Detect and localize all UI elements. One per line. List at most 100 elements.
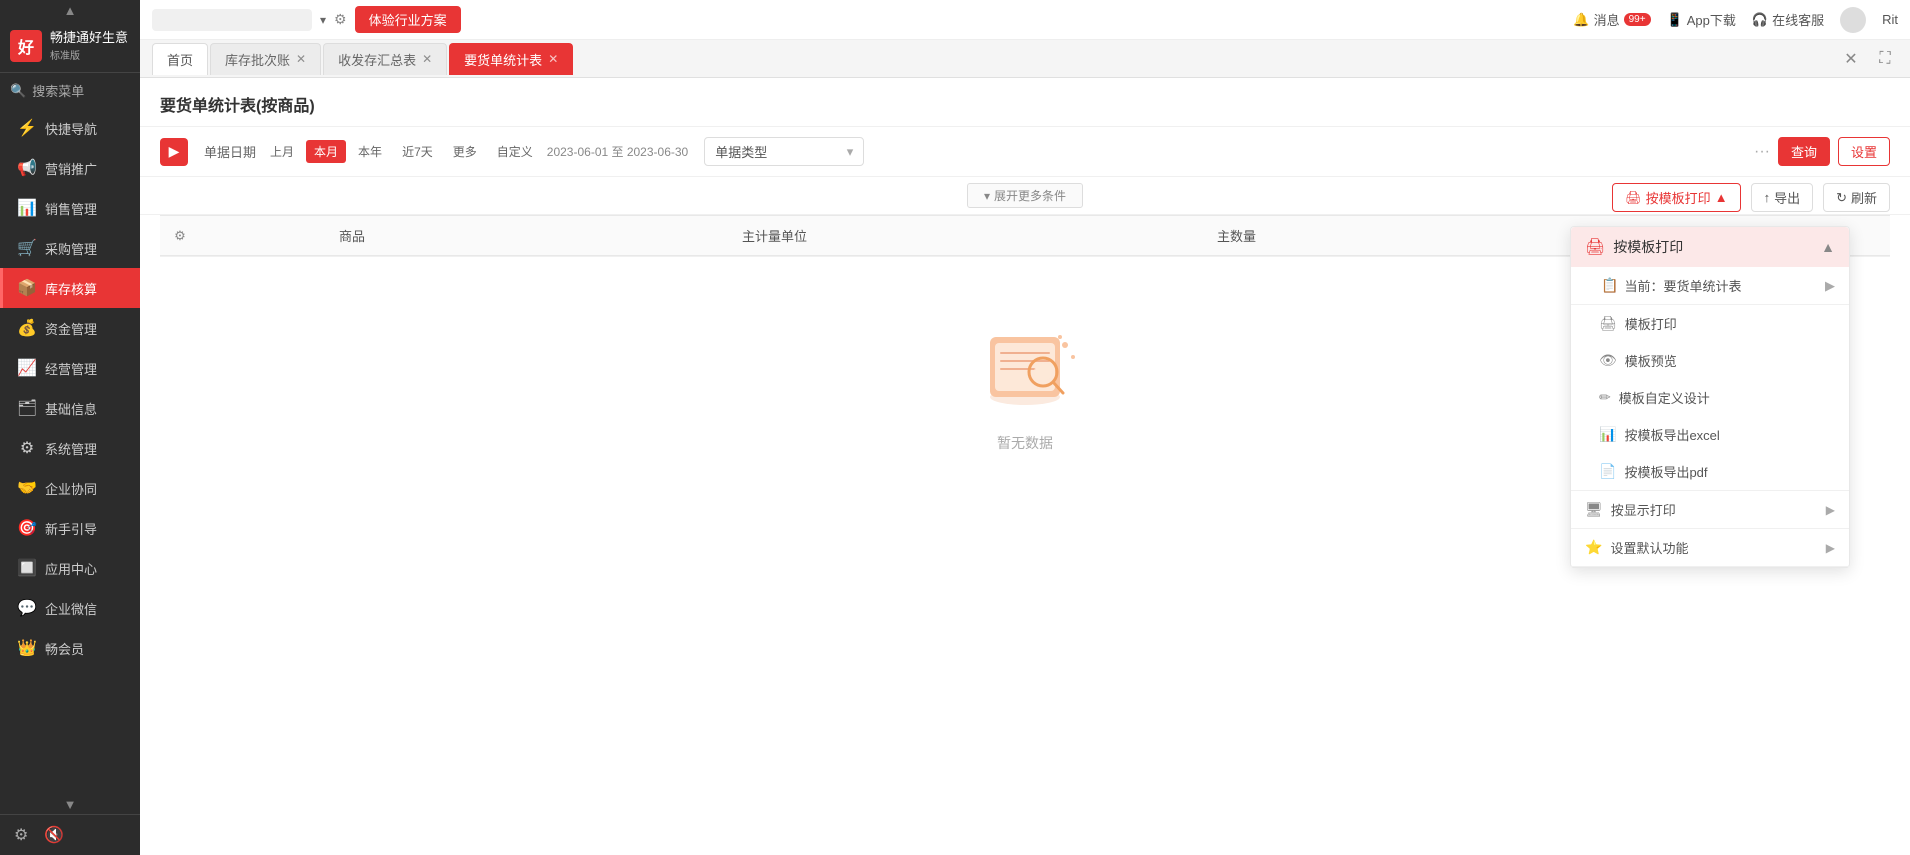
filter-expand-button[interactable]: ▶ (160, 138, 188, 166)
set-default-section: ⭐ 设置默认功能 ▶ (1571, 529, 1849, 567)
date-tab-this-month[interactable]: 本月 (306, 140, 346, 163)
sidebar-item-yingxiao[interactable]: 📢 营销推广 (0, 148, 140, 188)
app-download-button[interactable]: 📱 App下载 (1667, 10, 1736, 29)
gear-icon: ⚙ (174, 228, 186, 243)
current-template-label: 当前：要货单统计表 (1624, 276, 1741, 295)
tab-yaohuo-close[interactable]: ✕ (548, 52, 558, 66)
filter-actions: ··· 查询 设置 (1754, 137, 1890, 166)
printer-btn-icon: 🖨 (1625, 190, 1642, 206)
template-pdf-item[interactable]: 📄 按模板导出pdf (1571, 453, 1849, 490)
print-dropdown-header[interactable]: 🖨 按模板打印 ▲ (1571, 227, 1849, 267)
topbar-search-input[interactable] (152, 9, 312, 31)
set-default-arrow: ▶ (1826, 541, 1835, 555)
expand-more-button[interactable]: ▾ 展开更多条件 (967, 183, 1083, 208)
topbar-gear-icon[interactable]: ⚙ (334, 11, 347, 28)
date-tab-last7days[interactable]: 近7天 (394, 140, 441, 163)
nav-icon-huiyuan: 👑 (17, 638, 37, 658)
nav-icon-caigou: 🛒 (17, 238, 37, 258)
order-type-dropdown-arrow: ▾ (847, 144, 854, 160)
sidebar-item-kucun[interactable]: 📦 库存核算 (0, 268, 140, 308)
topbar-right: 🔔 消息 99+ 📱 App下载 🎧 在线客服 Rit (1573, 7, 1898, 33)
sidebar-item-weixin[interactable]: 💬 企业微信 (0, 588, 140, 628)
username-label: Rit (1882, 12, 1898, 27)
tab-kucun-pici-label: 库存批次账 (225, 50, 290, 69)
sidebar-settings-icon[interactable]: ⚙ (14, 825, 28, 845)
sidebar-scroll-up[interactable]: ▲ (0, 0, 140, 20)
nav-icon-xinshou: 🎯 (17, 518, 37, 538)
template-pdf-icon: 📄 (1599, 463, 1616, 480)
template-preview-item[interactable]: 👁 模板预览 (1571, 342, 1849, 379)
query-button[interactable]: 查询 (1778, 137, 1830, 166)
tab-close-all-button[interactable]: ✕ (1838, 46, 1864, 72)
tab-kucun-pici[interactable]: 库存批次账 ✕ (210, 43, 321, 75)
app-logo-text: 畅捷通好生意 标准版 (50, 30, 128, 62)
sidebar-item-huiyuan[interactable]: 👑 畅会员 (0, 628, 140, 668)
tab-yaohuo-tongji[interactable]: 要货单统计表 ✕ (449, 43, 573, 75)
user-avatar[interactable] (1840, 7, 1866, 33)
date-range-label: 2023-06-01 至 2023-06-30 (547, 143, 688, 160)
date-tab-this-year[interactable]: 本年 (350, 140, 390, 163)
sidebar-item-xitong[interactable]: ⚙ 系统管理 (0, 428, 140, 468)
display-print-left: 🖥 按显示打印 (1585, 500, 1676, 519)
topbar-dropdown-arrow[interactable]: ▾ (320, 13, 326, 27)
print-dropdown-collapse-arrow[interactable]: ▲ (1821, 239, 1835, 255)
table-th-quantity: 主数量 (1045, 216, 1428, 256)
date-tab-last-month[interactable]: 上月 (262, 140, 302, 163)
trial-button[interactable]: 体验行业方案 (355, 6, 461, 33)
template-design-item[interactable]: ✏ 模板自定义设计 (1571, 379, 1849, 416)
display-print-item[interactable]: 🖥 按显示打印 ▶ (1571, 491, 1849, 528)
online-service-button[interactable]: 🎧 在线客服 (1752, 10, 1824, 29)
sidebar-sound-icon[interactable]: 🔇 (44, 825, 64, 845)
sidebar-search-item[interactable]: 🔍 搜索菜单 (0, 73, 140, 108)
date-tab-more[interactable]: 更多 (445, 140, 485, 163)
export-button[interactable]: ↑ 导出 (1751, 183, 1814, 212)
tabbar-right: ✕ ⛶ (1838, 46, 1898, 72)
table-th-gear[interactable]: ⚙ (160, 216, 200, 256)
table-th-product: 商品 (200, 216, 504, 256)
template-excel-item[interactable]: 📊 按模板导出excel (1571, 416, 1849, 453)
nav-icon-jingying: 📈 (17, 358, 37, 378)
notifications-button[interactable]: 🔔 消息 99+ (1573, 10, 1650, 29)
current-template-section: 📋 当前：要货单统计表 ▶ (1571, 267, 1849, 305)
empty-text: 暂无数据 (997, 433, 1053, 453)
date-tab-custom[interactable]: 自定义 (489, 140, 541, 163)
date-filter-group: 单据日期 上月 本月 本年 近7天 更多 自定义 2023-06-01 至 20… (204, 140, 688, 163)
sidebar-item-jingying[interactable]: 📈 经营管理 (0, 348, 140, 388)
filter-dots-button[interactable]: ··· (1754, 143, 1770, 161)
print-dropdown-panel: 🖨 按模板打印 ▲ 📋 当前：要货单统计表 ▶ 🖨 (1570, 226, 1850, 568)
sidebar-logo: 好 畅捷通好生意 标准版 (0, 20, 140, 73)
set-default-item[interactable]: ⭐ 设置默认功能 ▶ (1571, 529, 1849, 566)
sidebar-item-xinshou[interactable]: 🎯 新手引导 (0, 508, 140, 548)
nav-icon-xitong: ⚙ (17, 438, 37, 458)
sidebar-item-xiaoshou[interactable]: 📊 销售管理 (0, 188, 140, 228)
sidebar-item-yingyong[interactable]: 🔲 应用中心 (0, 548, 140, 588)
filter-bar: ▶ 单据日期 上月 本月 本年 近7天 更多 自定义 2023-06-01 至 … (140, 127, 1910, 177)
tab-shoufa-huizong[interactable]: 收发存汇总表 ✕ (323, 43, 447, 75)
template-print-button[interactable]: 🖨 按模板打印 ▲ (1612, 183, 1740, 212)
settings-button[interactable]: 设置 (1838, 137, 1890, 166)
tab-shoufa-close[interactable]: ✕ (422, 52, 432, 66)
sidebar-nav: ⚡ 快捷导航 📢 营销推广 📊 销售管理 🛒 采购管理 📦 库存核算 💰 资金管… (0, 108, 140, 794)
nav-icon-qiye: 🤝 (17, 478, 37, 498)
order-type-select[interactable]: 单据类型 ▾ (704, 137, 864, 166)
sidebar-item-zijin[interactable]: 💰 资金管理 (0, 308, 140, 348)
tab-yaohuo-label: 要货单统计表 (464, 50, 542, 69)
content-area: 要货单统计表(按商品) ▶ 单据日期 上月 本月 本年 近7天 更多 自定义 2… (140, 78, 1910, 855)
sidebar-item-qiye[interactable]: 🤝 企业协同 (0, 468, 140, 508)
sidebar-footer: ⚙ 🔇 (0, 814, 140, 855)
phone-icon: 📱 (1667, 12, 1683, 28)
tab-home[interactable]: 首页 (152, 43, 208, 75)
refresh-button[interactable]: ↻ 刷新 (1823, 183, 1890, 212)
sidebar-item-caigou[interactable]: 🛒 采购管理 (0, 228, 140, 268)
sidebar-item-kuaijie[interactable]: ⚡ 快捷导航 (0, 108, 140, 148)
tab-maximize-button[interactable]: ⛶ (1872, 46, 1898, 72)
current-template-left: 📋 当前：要货单统计表 (1601, 276, 1741, 295)
set-default-left: ⭐ 设置默认功能 (1585, 538, 1688, 557)
sidebar-item-jichu[interactable]: 🗂 基础信息 (0, 388, 140, 428)
display-print-icon: 🖥 (1585, 501, 1603, 518)
template-print-item[interactable]: 🖨 模板打印 (1571, 305, 1849, 342)
sidebar-scroll-down[interactable]: ▼ (0, 794, 140, 814)
current-template-item[interactable]: 📋 当前：要货单统计表 ▶ (1571, 267, 1849, 304)
printer-icon: 🖨 (1585, 237, 1605, 257)
tab-kucun-pici-close[interactable]: ✕ (296, 52, 306, 66)
